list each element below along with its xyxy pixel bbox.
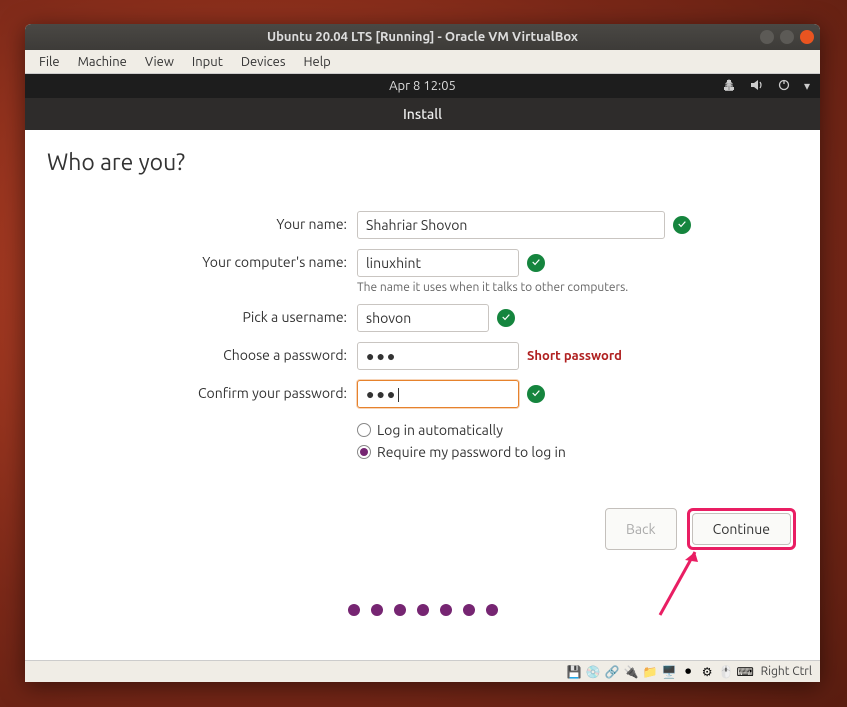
username-label: Pick a username:: [47, 304, 347, 325]
chevron-down-icon[interactable]: ▾: [804, 79, 810, 93]
ubuntu-topbar: Apr 8 12:05 ▾: [25, 74, 820, 98]
volume-icon[interactable]: [750, 79, 764, 94]
check-icon: ✓: [527, 385, 545, 403]
install-content: Who are you? Your name: ✓ Your computer'…: [25, 130, 820, 660]
usb-icon[interactable]: 🔌: [624, 664, 639, 679]
statusbar: 💾 💿 🔗 🔌 📁 🖥️ ⏺ ⚙ 🖱️ ⌨ Right Ctrl: [25, 660, 820, 682]
auto-login-radio[interactable]: Log in automatically: [357, 422, 798, 438]
network-sb-icon[interactable]: 🔗: [605, 664, 620, 679]
progress-dots: [348, 604, 498, 616]
check-icon: ✓: [673, 216, 691, 234]
menu-devices[interactable]: Devices: [233, 53, 294, 71]
back-button[interactable]: Back: [605, 508, 677, 550]
require-password-radio[interactable]: Require my password to log in: [357, 444, 798, 460]
password-input[interactable]: ●●●: [357, 342, 519, 370]
menubar: File Machine View Input Devices Help: [25, 50, 820, 74]
recording-icon[interactable]: ⏺: [681, 664, 696, 679]
install-header: Install: [25, 98, 820, 130]
network-icon[interactable]: [722, 79, 736, 94]
check-icon: ✓: [527, 254, 545, 272]
guest-display: Apr 8 12:05 ▾ Install Who are you? Your …: [25, 74, 820, 660]
hostname-helper: The name it uses when it talks to other …: [357, 281, 798, 294]
radio-icon: [357, 423, 371, 437]
host-key-label: Right Ctrl: [761, 665, 812, 678]
power-icon[interactable]: [778, 79, 790, 94]
hd-icon[interactable]: 💾: [567, 664, 582, 679]
page-heading: Who are you?: [47, 150, 798, 175]
auto-login-label: Log in automatically: [377, 422, 503, 438]
menu-file[interactable]: File: [31, 53, 68, 71]
hostname-input[interactable]: [357, 249, 519, 277]
password-warning: Short password: [527, 349, 622, 363]
radio-selected-icon: [357, 445, 371, 459]
menu-machine[interactable]: Machine: [70, 53, 135, 71]
continue-highlight: Continue: [687, 508, 796, 550]
require-password-label: Require my password to log in: [377, 444, 566, 460]
username-input[interactable]: [357, 304, 489, 332]
maximize-button[interactable]: [780, 30, 794, 44]
check-icon: ✓: [497, 309, 515, 327]
datetime-label[interactable]: Apr 8 12:05: [389, 79, 456, 93]
vm-window: Ubuntu 20.04 LTS [Running] - Oracle VM V…: [25, 24, 820, 682]
confirm-password-input[interactable]: ●●●: [357, 380, 519, 408]
continue-button[interactable]: Continue: [692, 513, 791, 545]
close-button[interactable]: [800, 30, 814, 44]
confirm-label: Confirm your password:: [47, 380, 347, 401]
titlebar: Ubuntu 20.04 LTS [Running] - Oracle VM V…: [25, 24, 820, 50]
password-label: Choose a password:: [47, 342, 347, 363]
keyboard-icon[interactable]: ⌨: [738, 664, 753, 679]
menu-input[interactable]: Input: [184, 53, 231, 71]
menu-help[interactable]: Help: [296, 53, 339, 71]
disc-icon[interactable]: 💿: [586, 664, 601, 679]
name-input[interactable]: [357, 211, 665, 239]
hostname-label: Your computer's name:: [47, 249, 347, 270]
display-icon[interactable]: 🖥️: [662, 664, 677, 679]
shared-folder-icon[interactable]: 📁: [643, 664, 658, 679]
annotation-arrow: [650, 540, 710, 620]
minimize-button[interactable]: [760, 30, 774, 44]
cpu-icon[interactable]: ⚙: [700, 664, 715, 679]
menu-view[interactable]: View: [137, 53, 182, 71]
window-title: Ubuntu 20.04 LTS [Running] - Oracle VM V…: [267, 30, 578, 44]
mouse-icon[interactable]: 🖱️: [719, 664, 734, 679]
name-label: Your name:: [47, 211, 347, 232]
